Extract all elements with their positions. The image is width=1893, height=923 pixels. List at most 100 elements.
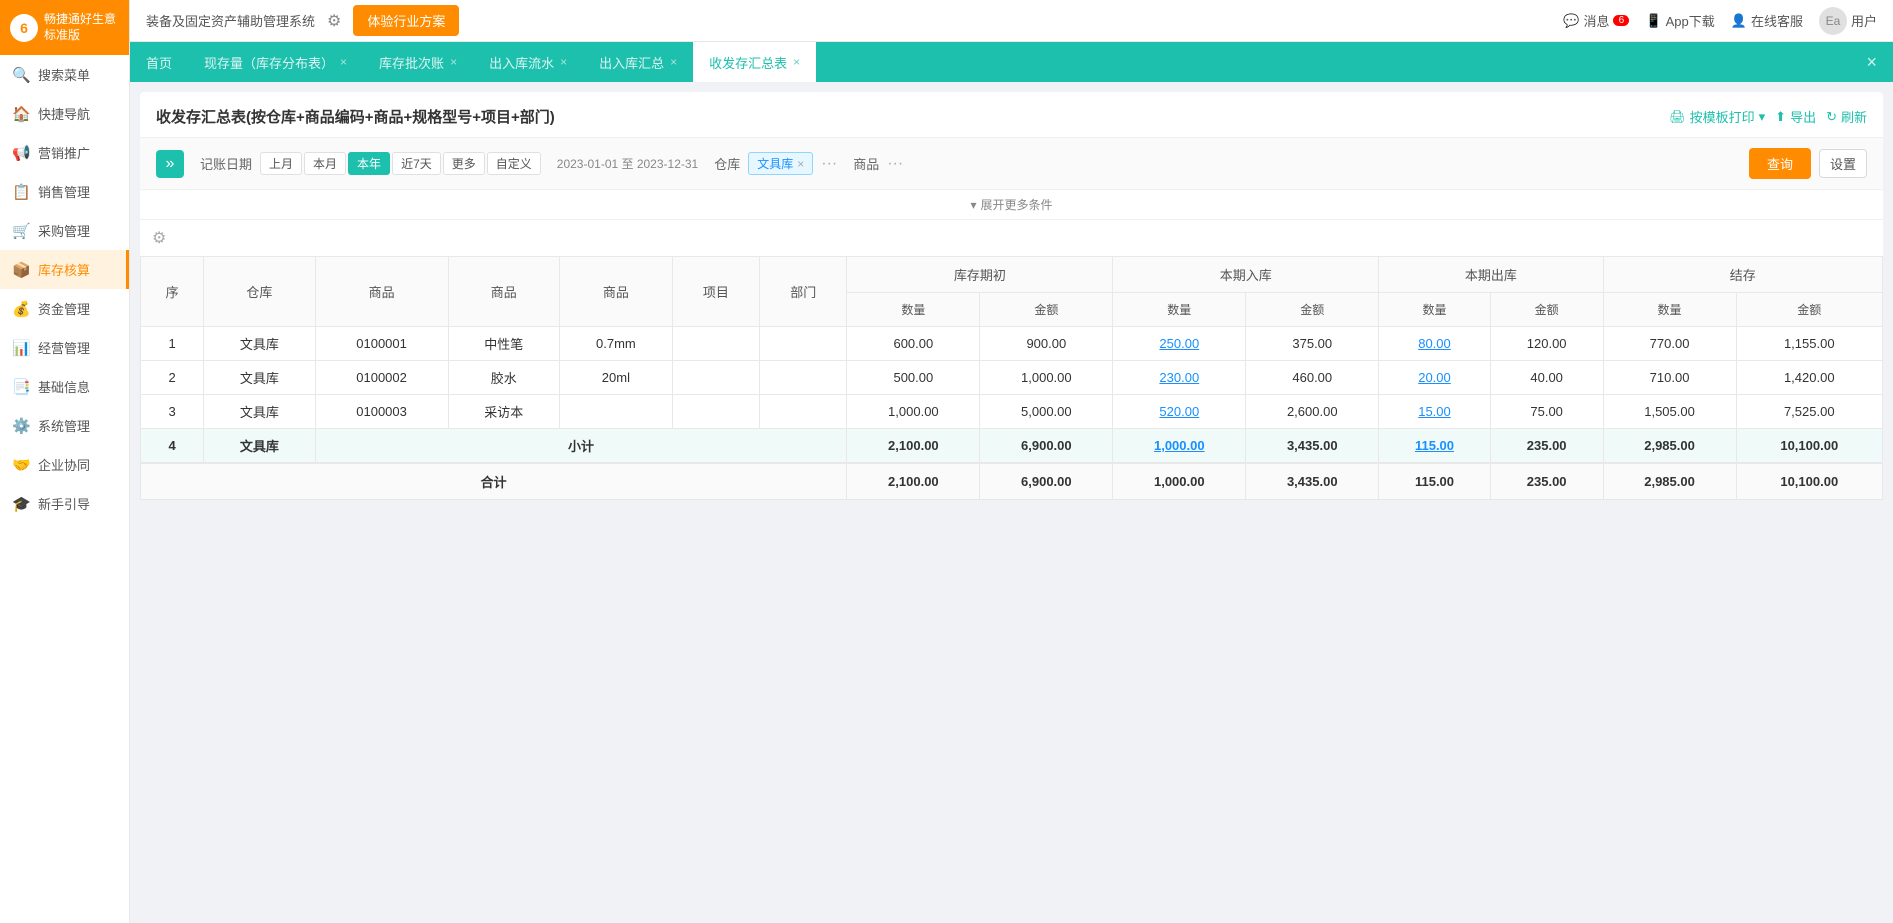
cell-project — [672, 395, 759, 429]
cell-opening-amt: 5,000.00 — [980, 395, 1113, 429]
user-menu[interactable]: Ea 用户 — [1819, 7, 1877, 35]
cell-no: 1 — [141, 327, 204, 361]
sidebar-item-enterprise[interactable]: 🤝企业协同 — [0, 445, 129, 484]
tab-batch-label: 库存批次账 — [379, 53, 444, 72]
sidebar-label-marketing: 营销推广 — [38, 143, 90, 162]
tab-inout-flow[interactable]: 出入库流水 × — [473, 42, 583, 82]
col-department: 部门 — [760, 257, 847, 327]
date-btn-more[interactable]: 更多 — [443, 152, 485, 175]
date-btn-last-month[interactable]: 上月 — [260, 152, 302, 175]
settings-button[interactable]: 设置 — [1819, 149, 1867, 178]
cell-in-qty: 230.00 — [1113, 361, 1246, 395]
date-buttons: 上月 本月 本年 近7天 更多 自定义 — [260, 152, 541, 175]
tab-inventory-dist-close[interactable]: × — [340, 55, 347, 69]
tab-inventory-dist[interactable]: 现存量（库存分布表） × — [188, 42, 363, 82]
goods-filter-ellipsis[interactable]: ··· — [887, 155, 903, 173]
col-in-qty: 数量 — [1113, 293, 1246, 327]
subtotal-label: 小计 — [315, 429, 847, 464]
tab-receive-summary-close[interactable]: × — [793, 55, 800, 69]
print-button[interactable]: 🖨 按模板打印 ▾ — [1669, 107, 1765, 126]
tab-home-label: 首页 — [146, 53, 172, 72]
experience-button[interactable]: 体验行业方案 — [353, 5, 459, 36]
sidebar-item-purchase[interactable]: 🛒采购管理 — [0, 211, 129, 250]
tab-inout-flow-close[interactable]: × — [560, 55, 567, 69]
expand-more-button[interactable]: ▾ 展开更多条件 — [970, 196, 1052, 213]
date-filter-group: 记账日期 上月 本月 本年 近7天 更多 自定义 2023-01-01 至 20… — [200, 152, 698, 175]
system-title: 装备及固定资产辅助管理系统 — [146, 11, 315, 30]
filter-bar: » 记账日期 上月 本月 本年 近7天 更多 自定义 2023-01-01 至 … — [140, 138, 1883, 190]
tab-inout-flow-label: 出入库流水 — [489, 53, 554, 72]
sidebar-item-basic[interactable]: 📑基础信息 — [0, 367, 129, 406]
table-settings-icon[interactable]: ⚙ — [152, 228, 166, 248]
top-bar-left: 装备及固定资产辅助管理系统 ⚙ 体验行业方案 — [146, 5, 459, 36]
sidebar-item-sales[interactable]: 📋销售管理 — [0, 172, 129, 211]
message-button[interactable]: 💬 消息 6 — [1563, 11, 1629, 30]
cell-in-amt: 375.00 — [1246, 327, 1379, 361]
sidebar-item-search[interactable]: 🔍搜索菜单 — [0, 55, 129, 94]
warehouse-filter-ellipsis[interactable]: ··· — [821, 155, 837, 173]
sidebar-item-system[interactable]: ⚙️系统管理 — [0, 406, 129, 445]
total-in-qty: 1,000.00 — [1113, 463, 1246, 500]
sidebar-item-finance[interactable]: 💰资金管理 — [0, 289, 129, 328]
cell-balance-qty: 1,505.00 — [1603, 395, 1736, 429]
tab-inout-summary[interactable]: 出入库汇总 × — [583, 42, 693, 82]
tab-home[interactable]: 首页 — [130, 42, 188, 82]
tab-inout-summary-label: 出入库汇总 — [599, 53, 664, 72]
export-button[interactable]: ⬆ 导出 — [1775, 107, 1816, 126]
date-btn-7days[interactable]: 近7天 — [392, 152, 441, 175]
sidebar: 6 畅捷通好生意 标准版 🔍搜索菜单🏠快捷导航📢营销推广📋销售管理🛒采购管理📦库… — [0, 0, 130, 923]
tab-receive-summary[interactable]: 收发存汇总表 × — [693, 42, 816, 82]
date-range-text: 2023-01-01 至 2023-12-31 — [557, 155, 698, 172]
tab-batch-close[interactable]: × — [450, 55, 457, 69]
sidebar-label-basic: 基础信息 — [38, 377, 90, 396]
date-btn-custom[interactable]: 自定义 — [487, 152, 541, 175]
cell-balance-qty: 710.00 — [1603, 361, 1736, 395]
total-out-amt: 235.00 — [1490, 463, 1603, 500]
tab-bar-close-button[interactable]: × — [1866, 52, 1893, 73]
sidebar-item-operation[interactable]: 📊经营管理 — [0, 328, 129, 367]
cell-department — [760, 361, 847, 395]
query-button[interactable]: 查询 — [1749, 148, 1811, 179]
date-btn-this-year[interactable]: 本年 — [348, 152, 390, 175]
filter-expand-button[interactable]: » — [156, 150, 184, 178]
warehouse-filter-tag[interactable]: 文具库 × — [748, 152, 813, 175]
total-label: 合计 — [141, 463, 847, 500]
tab-batch[interactable]: 库存批次账 × — [363, 42, 473, 82]
cell-no: 2 — [141, 361, 204, 395]
sidebar-item-inventory[interactable]: 📦库存核算 — [0, 250, 129, 289]
cell-balance-amt: 1,155.00 — [1736, 327, 1882, 361]
settings-icon[interactable]: ⚙ — [327, 11, 341, 31]
date-filter-label: 记账日期 — [200, 154, 252, 173]
sidebar-label-system: 系统管理 — [38, 416, 90, 435]
tab-receive-summary-label: 收发存汇总表 — [709, 53, 787, 72]
refresh-button[interactable]: ↻ 刷新 — [1826, 107, 1867, 126]
page-content: 收发存汇总表(按仓库+商品编码+商品+规格型号+项目+部门) 🖨 按模板打印 ▾… — [130, 82, 1893, 923]
app-download-button[interactable]: 📱 App下载 — [1645, 11, 1714, 30]
cell-out-amt: 75.00 — [1490, 395, 1603, 429]
cell-out-qty: 20.00 — [1379, 361, 1490, 395]
tab-bar: 首页 现存量（库存分布表） × 库存批次账 × 出入库流水 × 出入库汇总 × … — [130, 42, 1893, 82]
cell-in-amt: 460.00 — [1246, 361, 1379, 395]
cell-project — [672, 327, 759, 361]
sidebar-item-quick-nav[interactable]: 🏠快捷导航 — [0, 94, 129, 133]
print-icon: 🖨 — [1669, 109, 1686, 125]
cell-department — [760, 395, 847, 429]
tab-inout-summary-close[interactable]: × — [670, 55, 677, 69]
col-goods-name: 商品 — [448, 257, 559, 327]
print-chevron-icon: ▾ — [1759, 109, 1766, 125]
subtotal-warehouse: 文具库 — [204, 429, 315, 464]
table-container: 序 仓库 商品 商品 商品 项目 部门 库存期初 本期入库 本期出库 结存 — [140, 256, 1883, 500]
online-service-button[interactable]: 👤 在线客服 — [1731, 11, 1803, 30]
table-row: 3 文具库 0100003 采访本 1,000.00 5,000.00 520.… — [141, 395, 1883, 429]
warehouse-tag-close[interactable]: × — [797, 157, 804, 171]
sidebar-item-marketing[interactable]: 📢营销推广 — [0, 133, 129, 172]
message-icon: 💬 — [1563, 13, 1579, 29]
cell-code: 0100002 — [315, 361, 448, 395]
sidebar-item-newbie[interactable]: 🎓新手引导 — [0, 484, 129, 523]
date-btn-this-month[interactable]: 本月 — [304, 152, 346, 175]
user-avatar: Ea — [1819, 7, 1847, 35]
page-inner: 收发存汇总表(按仓库+商品编码+商品+规格型号+项目+部门) 🖨 按模板打印 ▾… — [140, 92, 1883, 500]
cell-warehouse: 文具库 — [204, 361, 315, 395]
sidebar-label-operation: 经营管理 — [38, 338, 90, 357]
subtotal-in-amt: 3,435.00 — [1246, 429, 1379, 464]
